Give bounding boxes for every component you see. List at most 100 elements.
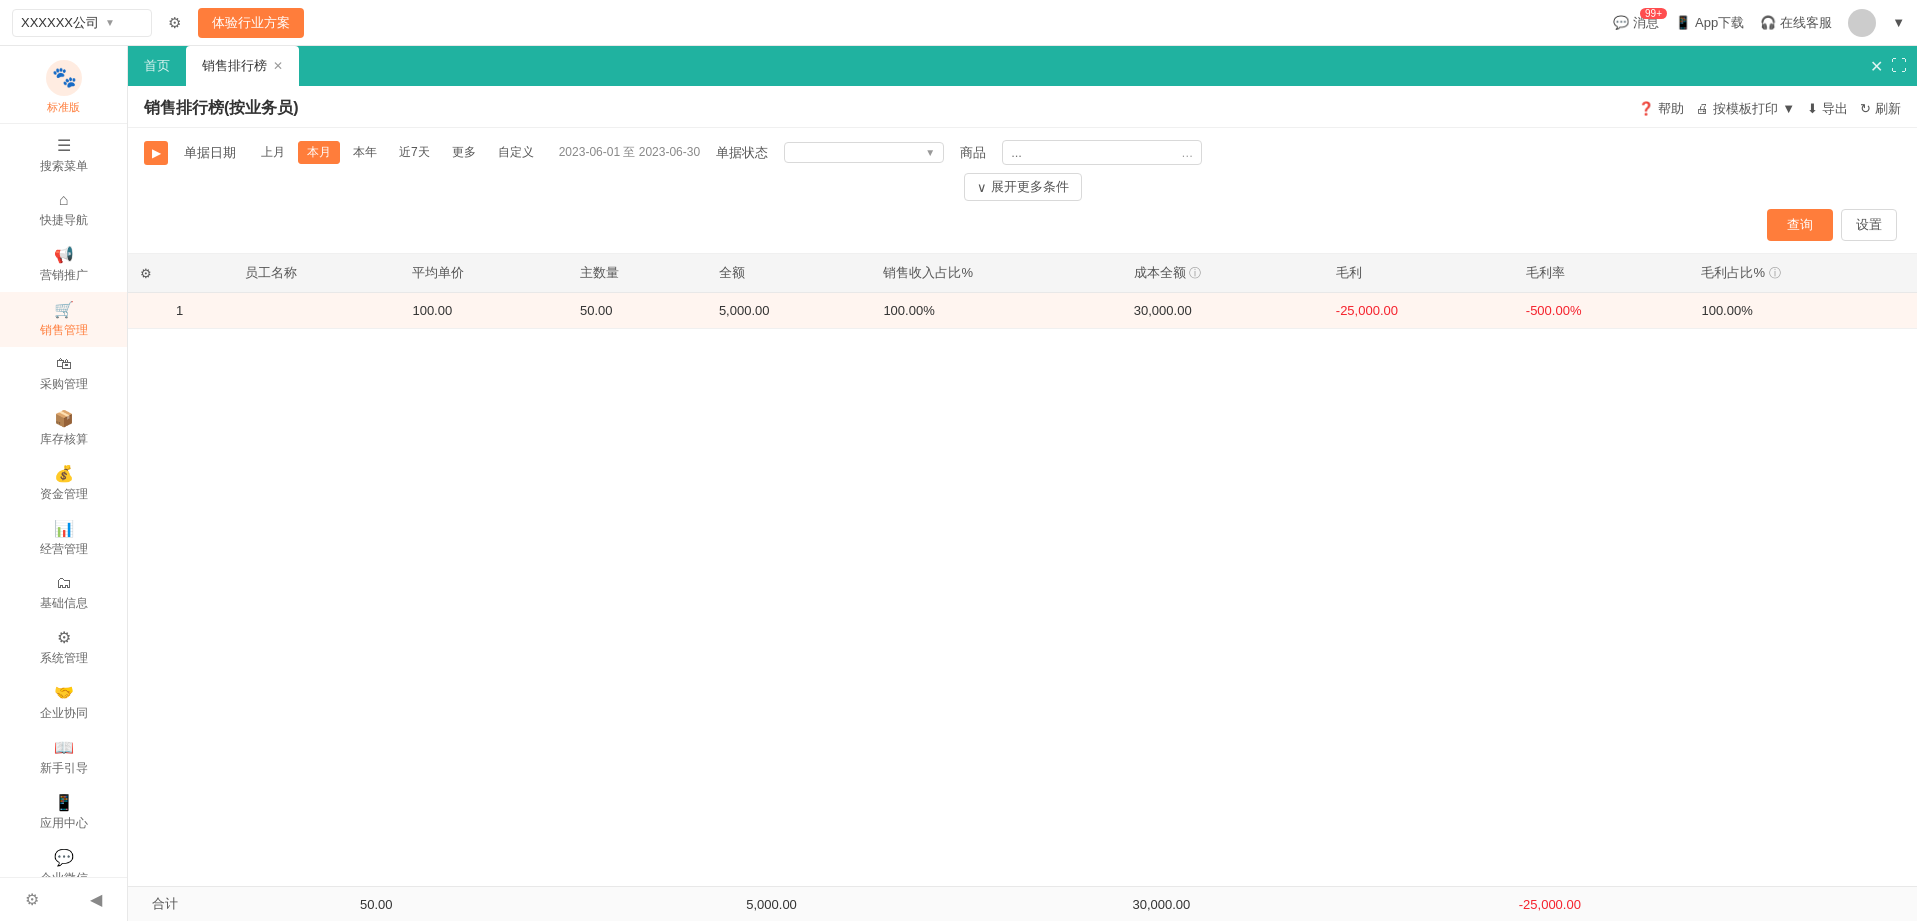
sidebar-item-operations[interactable]: 📊 经营管理: [0, 511, 127, 566]
user-name[interactable]: ▼: [1892, 15, 1905, 30]
sidebar-item-finance[interactable]: 💰 资金管理: [0, 456, 127, 511]
sidebar-item-purchase[interactable]: 🛍 采购管理: [0, 347, 127, 401]
filter-collapse-btn[interactable]: ▶: [144, 141, 168, 165]
sidebar-item-app-center[interactable]: 📱 应用中心: [0, 785, 127, 840]
enterprise-icon: 🤝: [54, 683, 74, 702]
company-selector[interactable]: XXXXXX公司 ▼: [12, 9, 152, 37]
goods-input-wrapper[interactable]: …: [1002, 140, 1202, 165]
date-btn-this-month[interactable]: 本月: [298, 141, 340, 164]
filter-actions: 查询 设置: [144, 209, 1901, 241]
online-service-btn[interactable]: 🎧 在线客服: [1760, 14, 1832, 32]
app-download-icon: 📱: [1675, 15, 1691, 30]
sidebar-item-wechat[interactable]: 💬 企业微信: [0, 840, 127, 877]
goods-input[interactable]: [1011, 145, 1181, 160]
close-all-tabs-icon[interactable]: ✕: [1870, 57, 1883, 76]
sidebar-item-enterprise[interactable]: 🤝 企业协同: [0, 675, 127, 730]
date-btn-this-year[interactable]: 本年: [344, 141, 386, 164]
print-chevron-icon: ▼: [1782, 101, 1795, 116]
table-header-row: ⚙ 员工名称 平均单价 主数量 全额 销售收入占比% 成本全额 ⓘ 毛利 毛利率: [128, 254, 1917, 293]
finance-icon: 💰: [54, 464, 74, 483]
filter-settings-button[interactable]: 设置: [1841, 209, 1897, 241]
footer-quantity: 50.00: [360, 897, 746, 912]
date-label: 单据日期: [184, 144, 236, 162]
sidebar-item-sales[interactable]: 🛒 销售管理: [0, 292, 127, 347]
date-btn-custom[interactable]: 自定义: [489, 141, 543, 164]
sidebar-item-marketing[interactable]: 📢 营销推广: [0, 237, 127, 292]
sidebar-item-basic-info[interactable]: 🗂 基础信息: [0, 566, 127, 620]
cell-cost: 30,000.00: [1122, 293, 1324, 329]
sidebar-item-label-guide: 新手引导: [40, 760, 88, 777]
date-btn-more[interactable]: 更多: [443, 141, 485, 164]
tab-sales-rank[interactable]: 销售排行榜 ✕: [186, 46, 299, 86]
date-range: 2023-06-01 至 2023-06-30: [559, 144, 700, 161]
status-select[interactable]: ▼: [784, 142, 944, 163]
filter-row-1: ▶ 单据日期 上月 本月 本年 近7天 更多 自定义 2023-06-01 至 …: [144, 140, 1901, 165]
sidebar-item-label-system: 系统管理: [40, 650, 88, 667]
page-header: 销售排行榜(按业务员) ❓ 帮助 🖨 按模板打印 ▼ ⬇: [128, 86, 1917, 128]
sidebar-item-label-operations: 经营管理: [40, 541, 88, 558]
search-order-icon: ☰: [57, 136, 71, 155]
status-select-arrow-icon: ▼: [925, 147, 935, 158]
export-icon: ⬇: [1807, 101, 1818, 116]
sidebar-item-guide[interactable]: 📖 新手引导: [0, 730, 127, 785]
cost-info-icon[interactable]: ⓘ: [1189, 266, 1201, 280]
date-btn-last-month[interactable]: 上月: [252, 141, 294, 164]
sidebar-nav: ☰ 搜索菜单 ⌂ 快捷导航 📢 营销推广 🛒 销售管理 🛍 采购管理: [0, 124, 127, 877]
avatar[interactable]: [1848, 9, 1876, 37]
tab-home[interactable]: 首页: [128, 46, 186, 86]
filter-row-2: ∨ 展开更多条件: [144, 173, 1901, 201]
sidebar-item-label-marketing: 营销推广: [40, 267, 88, 284]
settings-icon[interactable]: ⚙: [160, 9, 188, 37]
refresh-icon: ↻: [1860, 101, 1871, 116]
sidebar-item-label-enterprise: 企业协同: [40, 705, 88, 722]
export-button[interactable]: ⬇ 导出: [1807, 100, 1848, 118]
expand-window-icon[interactable]: ⛶: [1891, 57, 1907, 75]
date-btn-7days[interactable]: 近7天: [390, 141, 439, 164]
query-button[interactable]: 查询: [1767, 209, 1833, 241]
home-icon: ⌂: [59, 191, 69, 209]
svg-text:🐾: 🐾: [51, 65, 76, 89]
sales-rank-table: ⚙ 员工名称 平均单价 主数量 全额 销售收入占比% 成本全额 ⓘ 毛利 毛利率: [128, 254, 1917, 329]
filter-area: ▶ 单据日期 上月 本月 本年 近7天 更多 自定义 2023-06-01 至 …: [128, 128, 1917, 254]
company-name: XXXXXX公司: [21, 14, 99, 32]
bottom-settings-btn[interactable]: ⚙: [17, 886, 47, 913]
sidebar-item-label-basic-info: 基础信息: [40, 595, 88, 612]
top-bar: XXXXXX公司 ▼ ⚙ 体验行业方案 💬 消息 99+ 📱 App下载 🎧 在…: [0, 0, 1917, 46]
cell-avg-price: 100.00: [400, 293, 568, 329]
col-quantity-header: 主数量: [568, 254, 707, 293]
sidebar-item-search-order[interactable]: ☰ 搜索菜单: [0, 128, 127, 183]
sidebar-item-inventory[interactable]: 📦 库存核算: [0, 401, 127, 456]
col-rank-header: [164, 254, 233, 293]
sidebar-item-label-sales: 销售管理: [40, 322, 88, 339]
date-buttons: 上月 本月 本年 近7天 更多 自定义: [252, 141, 543, 164]
col-settings-header[interactable]: ⚙: [128, 254, 164, 293]
goods-more-icon[interactable]: …: [1181, 146, 1193, 160]
company-chevron-icon: ▼: [105, 17, 115, 28]
collapse-btn[interactable]: ◀: [82, 886, 110, 913]
footer-amount: 5,000.00: [746, 897, 1132, 912]
sidebar-item-quick-nav[interactable]: ⌂ 快捷导航: [0, 183, 127, 237]
sales-icon: 🛒: [54, 300, 74, 319]
col-cost-header: 成本全额 ⓘ: [1122, 254, 1324, 293]
expand-conditions-btn[interactable]: ∨ 展开更多条件: [964, 173, 1082, 201]
footer-gross: -25,000.00: [1519, 897, 1905, 912]
tab-close-icon[interactable]: ✕: [273, 59, 283, 73]
trial-button[interactable]: 体验行业方案: [198, 8, 304, 38]
marketing-icon: 📢: [54, 245, 74, 264]
sidebar-item-system[interactable]: ⚙ 系统管理: [0, 620, 127, 675]
help-icon: ❓: [1638, 101, 1654, 116]
purchase-icon: 🛍: [56, 355, 72, 373]
help-button[interactable]: ❓ 帮助: [1638, 100, 1684, 118]
gross-pct-info-icon[interactable]: ⓘ: [1769, 266, 1781, 280]
cell-gross-rate: -500.00%: [1514, 293, 1690, 329]
app-download-btn[interactable]: 📱 App下载: [1675, 14, 1744, 32]
sidebar-item-label-inventory: 库存核算: [40, 431, 88, 448]
headset-icon: 🎧: [1760, 15, 1776, 30]
print-button[interactable]: 🖨 按模板打印 ▼: [1696, 100, 1795, 118]
online-service-label: 在线客服: [1780, 14, 1832, 32]
cell-gross: -25,000.00: [1324, 293, 1514, 329]
message-btn[interactable]: 💬 消息 99+: [1613, 14, 1659, 32]
sidebar-item-label-search-order: 搜索菜单: [40, 158, 88, 175]
refresh-button[interactable]: ↻ 刷新: [1860, 100, 1901, 118]
expand-arrow-icon: ∨: [977, 180, 987, 195]
